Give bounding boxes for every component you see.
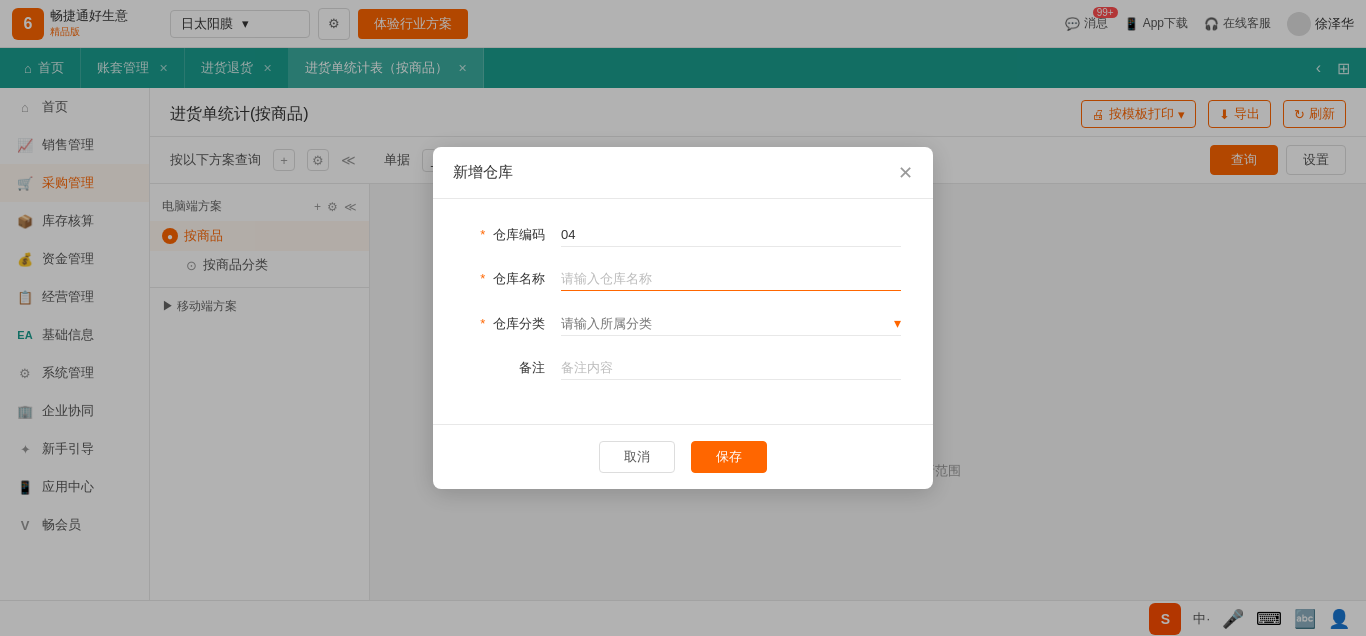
cancel-button[interactable]: 取消 bbox=[599, 441, 675, 473]
warehouse-name-input[interactable] bbox=[561, 267, 901, 291]
remark-input[interactable] bbox=[561, 356, 901, 380]
modal-header: 新增仓库 ✕ bbox=[433, 147, 933, 199]
modal-overlay: 新增仓库 ✕ * 仓库编码 * 仓库名称 bbox=[0, 0, 1366, 636]
category-dropdown-icon[interactable]: ▾ bbox=[894, 315, 901, 331]
category-select-wrap: ▾ bbox=[561, 311, 901, 336]
form-row-code: * 仓库编码 bbox=[465, 223, 901, 247]
modal-close-button[interactable]: ✕ bbox=[898, 164, 913, 182]
required-star-code: * bbox=[480, 227, 485, 242]
warehouse-code-input[interactable] bbox=[561, 223, 901, 247]
form-row-category: * 仓库分类 ▾ bbox=[465, 311, 901, 336]
category-select-input[interactable] bbox=[561, 316, 894, 331]
modal-footer: 取消 保存 bbox=[433, 424, 933, 489]
save-button[interactable]: 保存 bbox=[691, 441, 767, 473]
form-row-remark: 备注 bbox=[465, 356, 901, 380]
required-star-name: * bbox=[480, 271, 485, 286]
required-star-category: * bbox=[480, 316, 485, 331]
category-label: * 仓库分类 bbox=[465, 315, 545, 333]
form-row-name: * 仓库名称 bbox=[465, 267, 901, 291]
modal-body: * 仓库编码 * 仓库名称 * 仓库分类 bbox=[433, 199, 933, 424]
code-label: * 仓库编码 bbox=[465, 226, 545, 244]
name-label: * 仓库名称 bbox=[465, 270, 545, 288]
remark-label: 备注 bbox=[465, 359, 545, 377]
add-warehouse-modal: 新增仓库 ✕ * 仓库编码 * 仓库名称 bbox=[433, 147, 933, 489]
modal-title: 新增仓库 bbox=[453, 163, 513, 182]
